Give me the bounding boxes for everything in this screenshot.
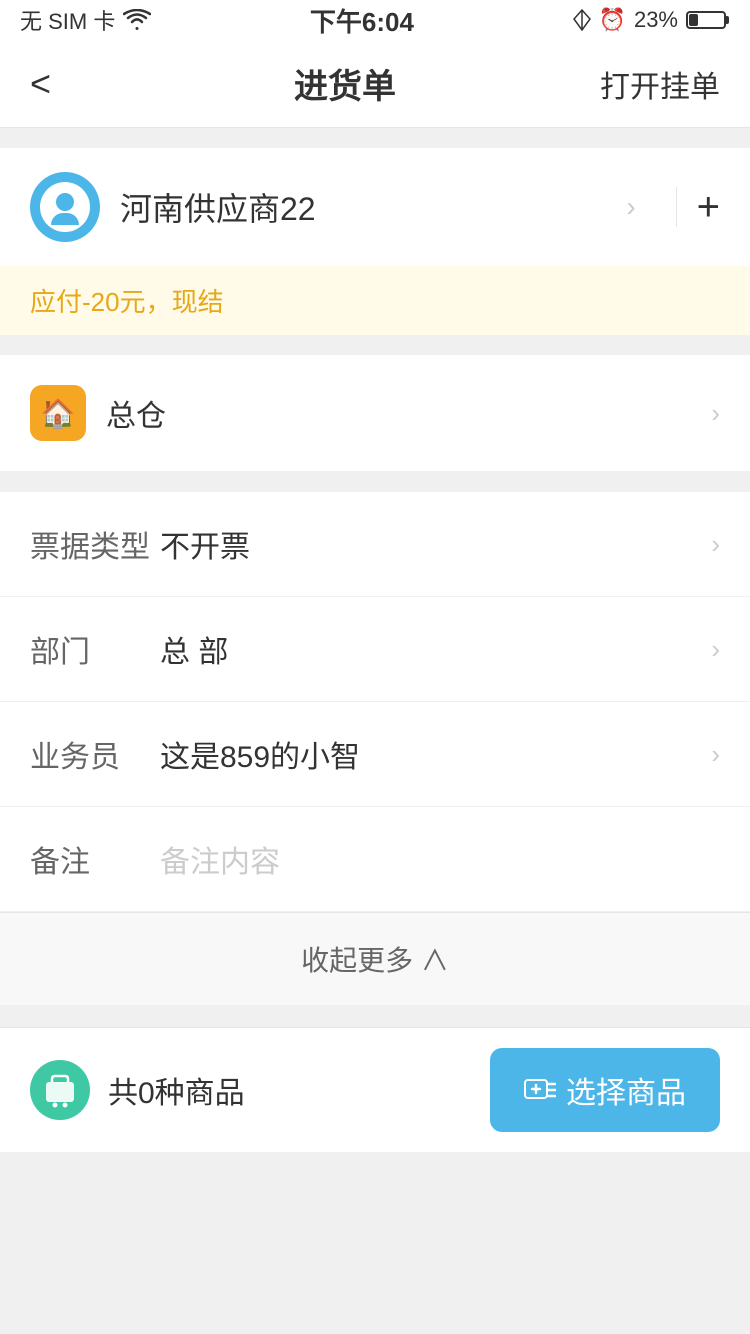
open-pending-button[interactable]: 打开挂单	[600, 62, 720, 106]
location-icon	[573, 9, 591, 31]
invoice-type-value: 不开票	[160, 522, 711, 566]
back-button[interactable]: <	[30, 63, 90, 105]
page-title: 进货单	[294, 59, 396, 108]
salesperson-chevron-icon: ›	[711, 739, 720, 770]
remark-placeholder[interactable]: 备注内容	[160, 837, 720, 881]
cart-icon	[42, 1072, 78, 1108]
remark-row[interactable]: 备注 备注内容	[0, 807, 750, 912]
product-icon-wrap	[30, 1060, 90, 1120]
invoice-type-chevron-icon: ›	[711, 529, 720, 560]
product-count: 共0种商品	[108, 1068, 490, 1112]
avatar-inner	[40, 182, 90, 232]
person-icon	[51, 193, 79, 221]
bottom-bar: 共0种商品 选择商品	[0, 1027, 750, 1152]
notice-text: 应付-20元，现结	[30, 287, 224, 317]
warehouse-chevron-icon: ›	[711, 398, 720, 429]
notice-bar: 应付-20元，现结	[0, 266, 750, 335]
status-right: ⏰ 23%	[573, 7, 730, 33]
supplier-avatar	[30, 172, 100, 242]
supplier-name: 河南供应商22	[120, 184, 626, 230]
collapse-button[interactable]: 收起更多 ∧	[0, 912, 750, 1005]
status-bar: 无 SIM 卡 下午6:04 ⏰ 23%	[0, 0, 750, 40]
section-divider-2	[0, 335, 750, 355]
battery-icon	[686, 9, 730, 31]
collapse-label: 收起更多 ∧	[301, 939, 449, 979]
section-divider-1	[0, 128, 750, 148]
invoice-type-label: 票据类型	[30, 522, 160, 566]
warehouse-icon-wrap: 🏠	[30, 385, 86, 441]
form-section: 票据类型 不开票 › 部门 总 部 › 业务员 这是859的小智 › 备注 备注…	[0, 492, 750, 1005]
salesperson-row[interactable]: 业务员 这是859的小智 ›	[0, 702, 750, 807]
select-icon	[524, 1076, 556, 1104]
remark-label: 备注	[30, 837, 160, 881]
warehouse-name: 总仓	[106, 391, 711, 435]
salesperson-value: 这是859的小智	[160, 732, 711, 776]
add-supplier-button[interactable]: +	[697, 185, 720, 230]
department-chevron-icon: ›	[711, 634, 720, 665]
vertical-divider	[676, 187, 677, 227]
supplier-chevron-icon: ›	[626, 191, 635, 223]
supplier-row[interactable]: 河南供应商22 › +	[0, 148, 750, 266]
salesperson-label: 业务员	[30, 732, 160, 776]
status-left: 无 SIM 卡	[20, 4, 151, 36]
section-divider-4	[0, 1005, 750, 1025]
warehouse-row[interactable]: 🏠 总仓 ›	[0, 355, 750, 472]
nav-bar: < 进货单 打开挂单	[0, 40, 750, 128]
battery-text: 23%	[634, 7, 678, 33]
invoice-type-row[interactable]: 票据类型 不开票 ›	[0, 492, 750, 597]
department-row[interactable]: 部门 总 部 ›	[0, 597, 750, 702]
select-product-button[interactable]: 选择商品	[490, 1048, 720, 1132]
wifi-icon	[123, 9, 151, 31]
supplier-section: 河南供应商22 › + 应付-20元，现结	[0, 148, 750, 335]
select-product-label: 选择商品	[566, 1068, 686, 1112]
sim-label: 无 SIM 卡	[20, 4, 115, 36]
department-value: 总 部	[160, 627, 711, 671]
warehouse-icon: 🏠	[41, 397, 76, 430]
status-time: 下午6:04	[310, 2, 414, 39]
alarm-icon: ⏰	[599, 7, 626, 33]
section-divider-3	[0, 472, 750, 492]
department-label: 部门	[30, 627, 160, 671]
